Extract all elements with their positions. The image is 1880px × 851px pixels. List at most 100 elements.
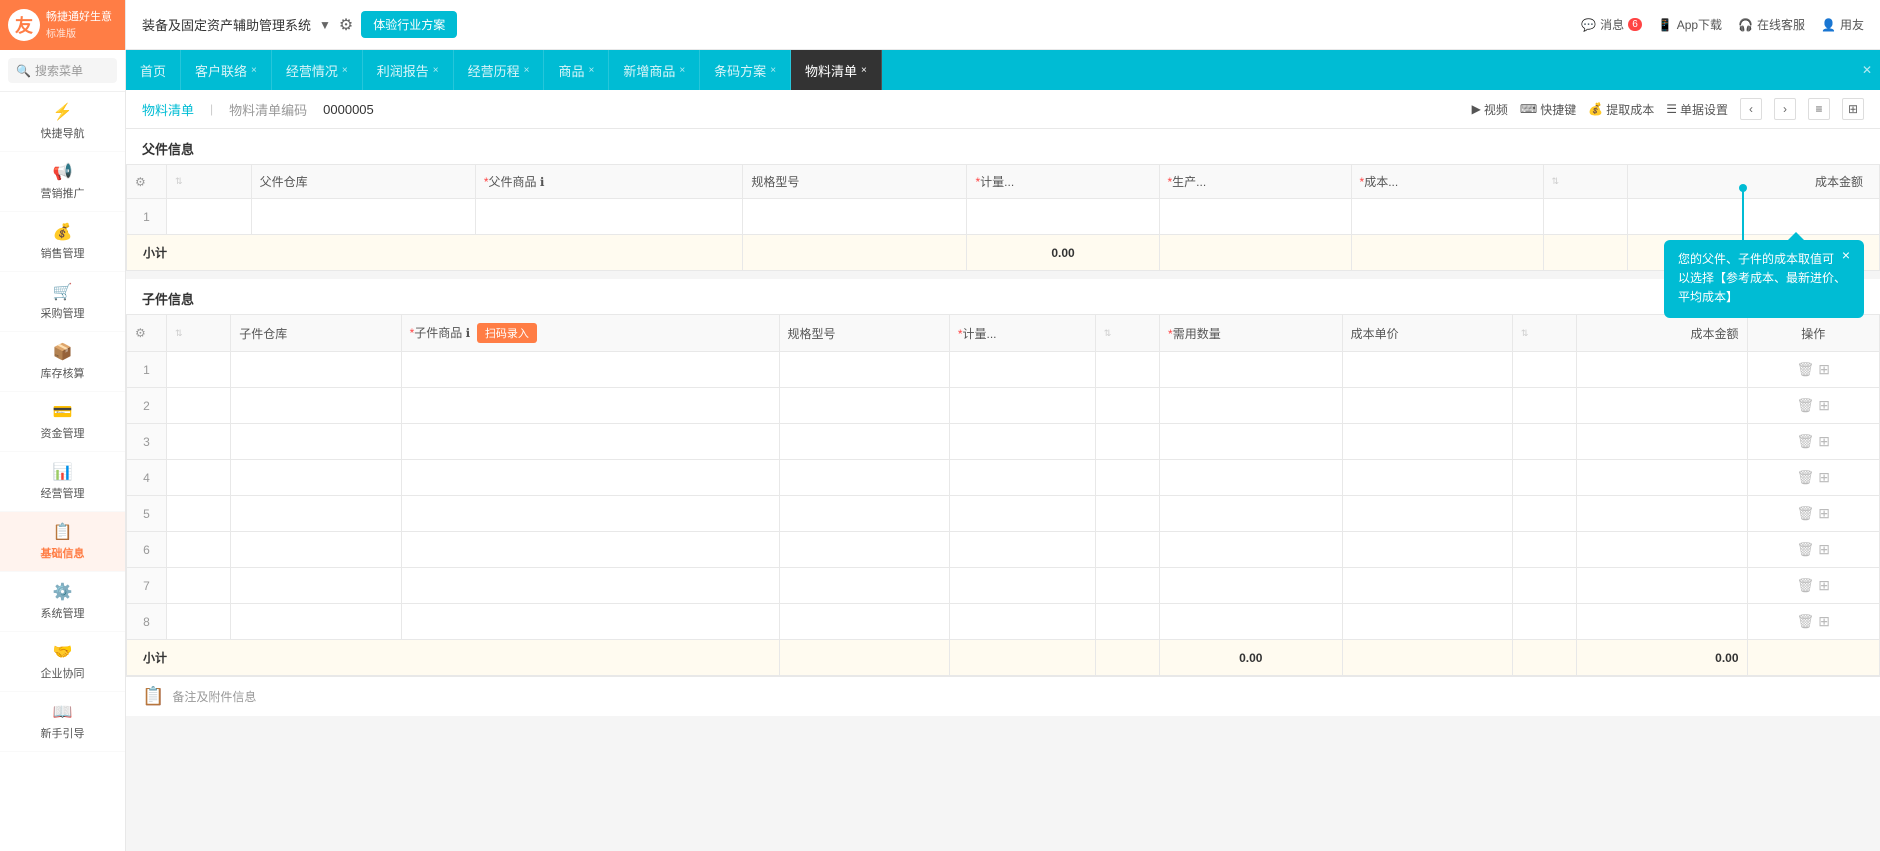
tab-barcode-close[interactable]: × xyxy=(770,65,776,76)
child-cell-product-3[interactable] xyxy=(401,424,779,460)
tab-history-close[interactable]: × xyxy=(524,65,530,76)
child-cell-qty-6[interactable] xyxy=(1160,532,1343,568)
child-cell-unit-1[interactable] xyxy=(949,352,1095,388)
child-cell-warehouse-8[interactable] xyxy=(231,604,401,640)
copy-icon-6[interactable]: ⊞ xyxy=(1818,541,1830,558)
single-settings-button[interactable]: ☰ 单据设置 xyxy=(1666,101,1728,118)
child-cell-product-7[interactable] xyxy=(401,568,779,604)
scan-button[interactable]: 扫码录入 xyxy=(477,323,537,343)
child-cell-product-6[interactable] xyxy=(401,532,779,568)
child-cell-spec-7[interactable] xyxy=(779,568,949,604)
nav-next-button[interactable]: › xyxy=(1774,98,1796,120)
child-cell-unit-2[interactable] xyxy=(949,388,1095,424)
nav-list-button[interactable]: ≡ xyxy=(1808,98,1830,120)
child-cell-warehouse-5[interactable] xyxy=(231,496,401,532)
copy-icon-1[interactable]: ⊞ xyxy=(1818,361,1830,378)
delete-icon-1[interactable]: 🗑 xyxy=(1797,361,1815,378)
delete-icon-7[interactable]: 🗑 xyxy=(1797,577,1815,594)
extract-cost-button[interactable]: 💰 提取成本 xyxy=(1588,101,1654,118)
sidebar-item-operations[interactable]: 📊 经营管理 xyxy=(0,452,125,512)
child-cell-spec-5[interactable] xyxy=(779,496,949,532)
child-cell-warehouse-3[interactable] xyxy=(231,424,401,460)
sidebar-item-basic-info[interactable]: 📋 基础信息 xyxy=(0,512,125,572)
tab-barcode[interactable]: 条码方案 × xyxy=(700,50,791,90)
sidebar-item-marketing[interactable]: 📢 营销推广 xyxy=(0,152,125,212)
message-button[interactable]: 💬 消息 6 xyxy=(1581,16,1642,33)
parent-cell-produce-1[interactable] xyxy=(1159,199,1351,235)
child-cell-qty-1[interactable] xyxy=(1160,352,1343,388)
parent-cell-warehouse-1[interactable] xyxy=(251,199,475,235)
child-cell-unit-cost-7[interactable] xyxy=(1342,568,1512,604)
delete-icon-5[interactable]: 🗑 xyxy=(1797,505,1815,522)
child-cell-spec-6[interactable] xyxy=(779,532,949,568)
sidebar-item-purchase[interactable]: 🛒 采购管理 xyxy=(0,272,125,332)
child-cell-warehouse-4[interactable] xyxy=(231,460,401,496)
child-cell-warehouse-2[interactable] xyxy=(231,388,401,424)
child-cell-unit-cost-4[interactable] xyxy=(1342,460,1512,496)
tab-operations-close[interactable]: × xyxy=(342,65,348,76)
parent-cell-spec-1[interactable] xyxy=(743,199,967,235)
sidebar-item-sales[interactable]: 💰 销售管理 xyxy=(0,212,125,272)
tab-history[interactable]: 经营历程 × xyxy=(454,50,545,90)
tab-bom-close[interactable]: × xyxy=(861,65,867,76)
tab-home[interactable]: 首页 xyxy=(126,50,181,90)
delete-icon-3[interactable]: 🗑 xyxy=(1797,433,1815,450)
copy-icon-2[interactable]: ⊞ xyxy=(1818,397,1830,414)
child-cell-unit-cost-6[interactable] xyxy=(1342,532,1512,568)
child-cell-warehouse-1[interactable] xyxy=(231,352,401,388)
parent-cell-unit-1[interactable] xyxy=(967,199,1159,235)
child-cell-unit-5[interactable] xyxy=(949,496,1095,532)
shortcut-button[interactable]: ⌨ 快捷键 xyxy=(1520,101,1576,118)
sidebar-item-inventory[interactable]: 📦 库存核算 xyxy=(0,332,125,392)
child-cell-product-2[interactable] xyxy=(401,388,779,424)
copy-icon-7[interactable]: ⊞ xyxy=(1818,577,1830,594)
child-cell-qty-2[interactable] xyxy=(1160,388,1343,424)
child-cell-qty-5[interactable] xyxy=(1160,496,1343,532)
video-button[interactable]: ▶ 视频 xyxy=(1472,101,1508,118)
child-cell-unit-cost-5[interactable] xyxy=(1342,496,1512,532)
tooltip-close-button[interactable]: × xyxy=(1842,248,1850,262)
settings-icon[interactable]: ⚙ xyxy=(339,15,353,35)
child-cell-unit-cost-1[interactable] xyxy=(1342,352,1512,388)
child-cell-spec-8[interactable] xyxy=(779,604,949,640)
copy-icon-4[interactable]: ⊞ xyxy=(1818,469,1830,486)
tab-profit[interactable]: 利润报告 × xyxy=(363,50,454,90)
delete-icon-2[interactable]: 🗑 xyxy=(1797,397,1815,414)
tab-new-product[interactable]: 新增商品 × xyxy=(609,50,700,90)
delete-icon-8[interactable]: 🗑 xyxy=(1797,613,1815,630)
user-menu-button[interactable]: 👤 用友 xyxy=(1821,16,1864,33)
copy-icon-3[interactable]: ⊞ xyxy=(1818,433,1830,450)
child-cell-qty-7[interactable] xyxy=(1160,568,1343,604)
parent-cell-product-1[interactable] xyxy=(475,199,743,235)
tab-customer[interactable]: 客户联络 × xyxy=(181,50,272,90)
child-col-settings[interactable]: ⚙ xyxy=(127,315,167,352)
sidebar-item-quick-nav[interactable]: ⚡ 快捷导航 xyxy=(0,92,125,152)
child-cell-product-5[interactable] xyxy=(401,496,779,532)
child-cell-spec-3[interactable] xyxy=(779,424,949,460)
child-cell-unit-3[interactable] xyxy=(949,424,1095,460)
sidebar-item-finance[interactable]: 💳 资金管理 xyxy=(0,392,125,452)
child-cell-unit-6[interactable] xyxy=(949,532,1095,568)
system-dropdown-icon[interactable]: ▼ xyxy=(319,18,331,32)
child-cell-product-8[interactable] xyxy=(401,604,779,640)
tab-new-product-close[interactable]: × xyxy=(679,65,685,76)
child-cell-unit-cost-3[interactable] xyxy=(1342,424,1512,460)
online-service-button[interactable]: 🎧 在线客服 xyxy=(1738,16,1805,33)
search-menu-button[interactable]: 🔍 搜索菜单 xyxy=(8,58,117,83)
nav-prev-button[interactable]: ‹ xyxy=(1740,98,1762,120)
child-cell-qty-4[interactable] xyxy=(1160,460,1343,496)
child-cell-product-1[interactable] xyxy=(401,352,779,388)
tab-products[interactable]: 商品 × xyxy=(544,50,609,90)
child-cell-warehouse-6[interactable] xyxy=(231,532,401,568)
child-cell-unit-cost-8[interactable] xyxy=(1342,604,1512,640)
nav-grid-button[interactable]: ⊞ xyxy=(1842,98,1864,120)
child-cell-spec-4[interactable] xyxy=(779,460,949,496)
child-cell-spec-2[interactable] xyxy=(779,388,949,424)
tab-profit-close[interactable]: × xyxy=(433,65,439,76)
sidebar-item-guide[interactable]: 📖 新手引导 xyxy=(0,692,125,752)
child-cell-qty-3[interactable] xyxy=(1160,424,1343,460)
child-cell-spec-1[interactable] xyxy=(779,352,949,388)
app-download-button[interactable]: 📱 App下载 xyxy=(1658,16,1722,33)
parent-cell-cost-1[interactable] xyxy=(1351,199,1543,235)
sidebar-item-system[interactable]: ⚙️ 系统管理 xyxy=(0,572,125,632)
